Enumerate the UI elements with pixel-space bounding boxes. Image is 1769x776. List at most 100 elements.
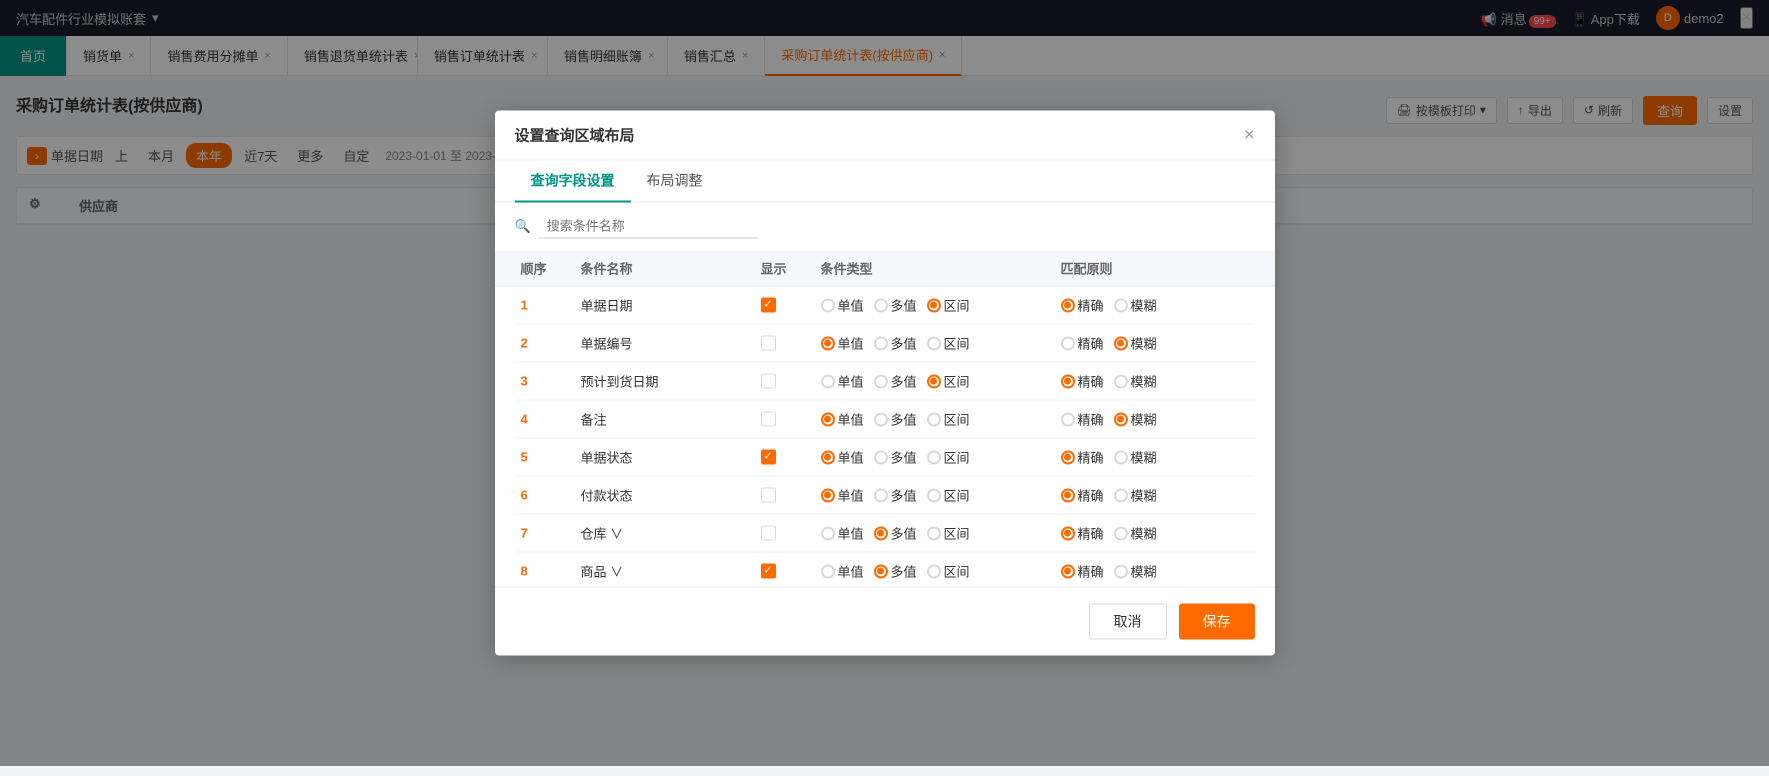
cond-type-single[interactable]: 单值 xyxy=(821,372,864,391)
match-rule-group: 精确 模糊 xyxy=(1055,480,1255,511)
match-fuzzy[interactable]: 模糊 xyxy=(1114,334,1157,353)
match-rule-group: 精确 模糊 xyxy=(1055,328,1255,359)
th-cond-name: 条件名称 xyxy=(575,251,755,286)
cond-name: 单据编号 xyxy=(575,328,755,359)
cond-type-multi[interactable]: 多值 xyxy=(874,296,917,315)
match-rule-group: 精确 模糊 xyxy=(1055,518,1255,549)
cond-type-multi[interactable]: 多值 xyxy=(874,486,917,505)
cond-name: 备注 xyxy=(575,404,755,435)
cond-type-single[interactable]: 单值 xyxy=(821,410,864,429)
cond-type-range[interactable]: 区间 xyxy=(927,372,970,391)
cond-type-range[interactable]: 区间 xyxy=(927,296,970,315)
match-rule-group: 精确 模糊 xyxy=(1055,404,1255,435)
cond-type-group: 单值 多值 区间 xyxy=(815,328,1055,359)
cond-type-single[interactable]: 单值 xyxy=(821,486,864,505)
cond-type-single[interactable]: 单值 xyxy=(821,334,864,353)
cond-type-multi[interactable]: 多值 xyxy=(874,562,917,581)
match-rule-group: 精确 模糊 xyxy=(1055,290,1255,321)
save-button[interactable]: 保存 xyxy=(1179,604,1255,640)
cond-type-group: 单值 多值 区间 xyxy=(815,480,1055,511)
match-fuzzy[interactable]: 模糊 xyxy=(1114,372,1157,391)
display-checkbox[interactable] xyxy=(761,450,776,465)
match-fuzzy[interactable]: 模糊 xyxy=(1114,448,1157,467)
cond-type-multi[interactable]: 多值 xyxy=(874,448,917,467)
cond-type-single[interactable]: 单值 xyxy=(821,296,864,315)
search-input[interactable] xyxy=(539,215,759,239)
match-exact[interactable]: 精确 xyxy=(1061,372,1104,391)
display-checkbox[interactable] xyxy=(761,298,776,313)
cond-type-multi[interactable]: 多值 xyxy=(874,410,917,429)
row-index: 3 xyxy=(521,374,528,389)
cond-type-group: 单值 多值 区间 xyxy=(815,366,1055,397)
row-index: 6 xyxy=(521,488,528,503)
cond-type-group: 单值 多值 区间 xyxy=(815,442,1055,473)
row-index: 5 xyxy=(521,450,528,465)
cond-type-single[interactable]: 单值 xyxy=(821,562,864,581)
th-display: 显示 xyxy=(755,251,815,286)
match-exact[interactable]: 精确 xyxy=(1061,562,1104,581)
cond-name: 商品 ∨ xyxy=(575,556,755,587)
cond-type-group: 单值 多值 区间 xyxy=(815,556,1055,587)
cond-type-range[interactable]: 区间 xyxy=(927,524,970,543)
match-exact[interactable]: 精确 xyxy=(1061,524,1104,543)
cancel-button[interactable]: 取消 xyxy=(1089,604,1167,640)
match-exact[interactable]: 精确 xyxy=(1061,448,1104,467)
cond-type-range[interactable]: 区间 xyxy=(927,486,970,505)
th-cond-type: 条件类型 xyxy=(815,251,1055,286)
match-fuzzy[interactable]: 模糊 xyxy=(1114,410,1157,429)
row-index: 4 xyxy=(521,412,528,427)
match-exact[interactable]: 精确 xyxy=(1061,410,1104,429)
display-checkbox[interactable] xyxy=(761,564,776,579)
match-fuzzy[interactable]: 模糊 xyxy=(1114,524,1157,543)
cond-type-single[interactable]: 单值 xyxy=(821,448,864,467)
display-checkbox[interactable] xyxy=(761,336,776,351)
match-fuzzy[interactable]: 模糊 xyxy=(1114,562,1157,581)
cond-type-single[interactable]: 单值 xyxy=(821,524,864,543)
cond-type-range[interactable]: 区间 xyxy=(927,562,970,581)
search-icon: 🔍 xyxy=(515,219,531,235)
table-row: 5 单据状态 单值 多值 区间 精确 模糊 xyxy=(515,439,1255,477)
display-checkbox[interactable] xyxy=(761,412,776,427)
display-checkbox[interactable] xyxy=(761,488,776,503)
cond-type-multi[interactable]: 多值 xyxy=(874,524,917,543)
tab-query-fields[interactable]: 查询字段设置 xyxy=(515,161,631,203)
cond-type-range[interactable]: 区间 xyxy=(927,448,970,467)
display-checkbox[interactable] xyxy=(761,374,776,389)
cond-type-range[interactable]: 区间 xyxy=(927,334,970,353)
th-order: 顺序 xyxy=(515,251,575,286)
dialog-title: 设置查询区域布局 xyxy=(515,125,635,146)
cond-type-group: 单值 多值 区间 xyxy=(815,518,1055,549)
cond-type-multi[interactable]: 多值 xyxy=(874,334,917,353)
cond-type-range[interactable]: 区间 xyxy=(927,410,970,429)
dialog-table-header: 顺序 条件名称 显示 条件类型 匹配原则 xyxy=(495,251,1275,287)
table-row: 7 仓库 ∨ 单值 多值 区间 精确 模糊 xyxy=(515,515,1255,553)
dialog-footer: 取消 保存 xyxy=(495,587,1275,656)
dialog-search-area: 🔍 xyxy=(495,203,1275,251)
dialog-close-button[interactable]: × xyxy=(1244,125,1255,146)
dialog-header: 设置查询区域布局 × xyxy=(495,111,1275,161)
table-row: 1单据日期 单值 多值 区间 精确 模糊 xyxy=(515,287,1255,325)
cond-name: 仓库 ∨ xyxy=(575,518,755,549)
table-row: 2单据编号 单值 多值 区间 精确 模糊 xyxy=(515,325,1255,363)
cond-name: 单据日期 xyxy=(575,290,755,321)
match-exact[interactable]: 精确 xyxy=(1061,486,1104,505)
match-exact[interactable]: 精确 xyxy=(1061,296,1104,315)
display-checkbox[interactable] xyxy=(761,526,776,541)
cond-type-group: 单值 多值 区间 xyxy=(815,290,1055,321)
match-fuzzy[interactable]: 模糊 xyxy=(1114,296,1157,315)
tab-layout-adjust[interactable]: 布局调整 xyxy=(631,161,719,203)
settings-dialog: 设置查询区域布局 × 查询字段设置 布局调整 🔍 顺序 条件名称 显示 条件类型… xyxy=(495,111,1275,656)
row-index: 7 xyxy=(521,526,528,541)
match-exact[interactable]: 精确 xyxy=(1061,334,1104,353)
dialog-table-body: 1单据日期 单值 多值 区间 精确 模糊 2单据编号 xyxy=(495,287,1275,587)
table-row: 8 商品 ∨ 单值 多值 区间 精确 模糊 xyxy=(515,553,1255,587)
row-index: 8 xyxy=(521,564,528,579)
cond-type-group: 单值 多值 区间 xyxy=(815,404,1055,435)
table-row: 4 备注 单值 多值 区间 精确 模糊 xyxy=(515,401,1255,439)
cond-type-multi[interactable]: 多值 xyxy=(874,372,917,391)
cond-name: 付款状态 xyxy=(575,480,755,511)
match-rule-group: 精确 模糊 xyxy=(1055,442,1255,473)
match-fuzzy[interactable]: 模糊 xyxy=(1114,486,1157,505)
cond-name: 单据状态 xyxy=(575,442,755,473)
cond-name: 预计到货日期 xyxy=(575,366,755,397)
